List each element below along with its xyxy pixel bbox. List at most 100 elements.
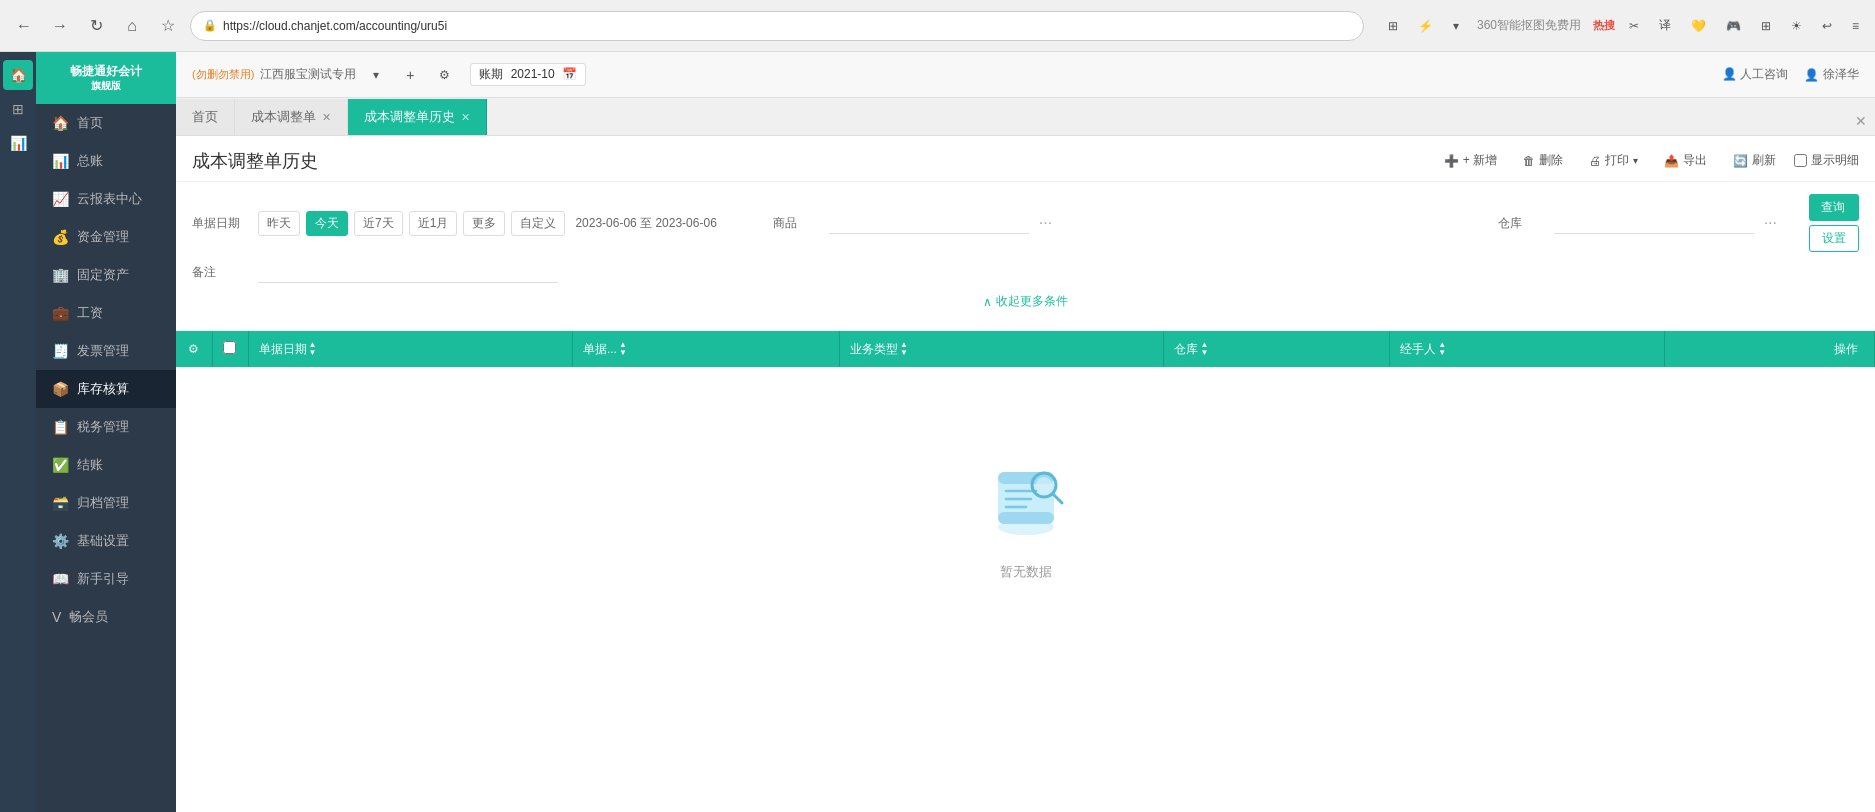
grid-btn[interactable]: ⊞ (1755, 17, 1777, 35)
home-btn[interactable]: ⌂ (118, 12, 146, 40)
th-date[interactable]: 单据日期 ▲▼ (248, 331, 572, 367)
show-details-label: 显示明细 (1794, 152, 1859, 169)
app-container: 🏠 ⊞ 📊 畅捷通好会计 旗舰版 🏠 首页 📊 总账 📈 云报表中心 💰 资金管… (0, 52, 1875, 812)
remark-label: 备注 (192, 264, 242, 281)
company-dropdown[interactable]: ▾ (362, 61, 390, 89)
user-info[interactable]: 👤 徐泽华 (1804, 66, 1859, 83)
wallet-btn[interactable]: 💛 (1685, 17, 1712, 35)
th-biztype[interactable]: 业务类型 ▲▼ (839, 331, 1163, 367)
collapse-label: 收起更多条件 (996, 293, 1068, 310)
tab-首页[interactable]: 首页 (176, 99, 235, 135)
new-btn[interactable]: ➕ + 新增 (1436, 148, 1505, 173)
translate-btn[interactable]: 译 (1653, 15, 1677, 36)
sidebar-item-工资[interactable]: 💼 工资 (36, 294, 176, 332)
logo-line1: 畅捷通好会计 (70, 64, 142, 80)
date-btn-today[interactable]: 今天 (306, 211, 348, 236)
sidebar-item-归档管理[interactable]: 🗃️ 归档管理 (36, 484, 176, 522)
game-btn[interactable]: 🎮 (1720, 17, 1747, 35)
sidebar-item-基础设置[interactable]: ⚙️ 基础设置 (36, 522, 176, 560)
star-btn[interactable]: ☆ (154, 12, 182, 40)
sidebar-item-结账[interactable]: ✅ 结账 (36, 446, 176, 484)
left-icon-home[interactable]: 🏠 (3, 60, 33, 90)
browser-tools: ⊞ ⚡ ▾ 360智能抠图免费用 热搜 ✂ 译 💛 🎮 ⊞ ☀ ↩ ≡ (1382, 15, 1865, 36)
th-docno[interactable]: 单据... ▲▼ (572, 331, 839, 367)
forward-btn[interactable]: → (46, 12, 74, 40)
sidebar-item-固定资产[interactable]: 🏢 固定资产 (36, 256, 176, 294)
extensions-btn[interactable]: ⊞ (1382, 17, 1404, 35)
date-btn-custom[interactable]: 自定义 (511, 211, 565, 236)
sidebar-icon: 💰 (52, 229, 69, 245)
tab-close-btn[interactable]: ✕ (461, 111, 470, 124)
empty-state-illustration (976, 447, 1076, 547)
delete-btn[interactable]: 🗑 删除 (1515, 148, 1571, 173)
warehouse-more-icon[interactable]: ··· (1760, 214, 1781, 232)
sidebar-item-label: 工资 (77, 304, 103, 322)
left-icon-3[interactable]: 📊 (3, 128, 33, 158)
sidebar-item-首页[interactable]: 🏠 首页 (36, 104, 176, 142)
refresh-btn[interactable]: 🔄 刷新 (1725, 148, 1784, 173)
svg-point-8 (1036, 477, 1052, 493)
date-btn-more[interactable]: 更多 (463, 211, 505, 236)
sidebar-item-库存核算[interactable]: 📦 库存核算 (36, 370, 176, 408)
settings-btn[interactable]: 设置 (1809, 225, 1859, 252)
query-btn[interactable]: 查询 (1809, 194, 1859, 221)
tab-成本调整单历史[interactable]: 成本调整单历史✕ (348, 99, 487, 135)
sidebar-icon: 📋 (52, 419, 69, 435)
calendar-icon[interactable]: 📅 (562, 67, 577, 81)
undo-btn[interactable]: ↩ (1816, 17, 1838, 35)
th-settings[interactable]: ⚙ (176, 331, 212, 367)
ssl-icon: 🔒 (203, 19, 217, 32)
add-company-btn[interactable]: + (396, 61, 424, 89)
sidebar-item-label: 发票管理 (77, 342, 129, 360)
print-icon: 🖨 (1589, 154, 1601, 168)
date-btn-yesterday[interactable]: 昨天 (258, 211, 300, 236)
address-bar[interactable]: 🔒 https://cloud.chanjet.com/accounting/u… (190, 11, 1364, 41)
help-btn[interactable]: 👤 人工咨询 (1722, 66, 1788, 83)
th-checkbox[interactable] (212, 331, 248, 367)
show-details-text: 显示明细 (1811, 152, 1859, 169)
select-all-checkbox[interactable] (223, 341, 236, 354)
date-btn-1month[interactable]: 近1月 (409, 211, 458, 236)
sidebar-item-畅会员[interactable]: V 畅会员 (36, 598, 176, 636)
sidebar-item-label: 首页 (77, 114, 103, 132)
th-warehouse[interactable]: 仓库 ▲▼ (1164, 331, 1390, 367)
collapse-btn[interactable]: ∧ 收起更多条件 (192, 293, 1859, 310)
company-settings-btn[interactable]: ⚙ (430, 61, 458, 89)
product-more-icon[interactable]: ··· (1035, 214, 1056, 232)
sidebar-item-总账[interactable]: 📊 总账 (36, 142, 176, 180)
remark-input[interactable] (258, 262, 558, 283)
sidebar-item-云报表中心[interactable]: 📈 云报表中心 (36, 180, 176, 218)
dropdown-btn[interactable]: ▾ (1447, 17, 1465, 35)
export-btn[interactable]: 📤 导出 (1656, 148, 1715, 173)
sidebar-item-资金管理[interactable]: 💰 资金管理 (36, 218, 176, 256)
sidebar-item-新手引导[interactable]: 📖 新手引导 (36, 560, 176, 598)
lightning-btn[interactable]: ⚡ (1412, 17, 1439, 35)
left-icon-bar: 🏠 ⊞ 📊 (0, 52, 36, 812)
empty-icon-container (976, 447, 1076, 547)
help-label: 人工咨询 (1740, 67, 1788, 81)
tab-close-btn[interactable]: ✕ (322, 111, 331, 124)
tab-成本调整单[interactable]: 成本调整单✕ (235, 99, 348, 135)
top-bar: (勿删勿禁用) 江西服宝测试专用 ▾ + ⚙ 账期 2021-10 📅 👤 人工… (176, 52, 1875, 98)
product-input[interactable] (829, 213, 1029, 234)
th-handler[interactable]: 经手人 ▲▼ (1390, 331, 1665, 367)
sidebar-item-税务管理[interactable]: 📋 税务管理 (36, 408, 176, 446)
warehouse-input[interactable] (1554, 213, 1754, 234)
scissors-btn[interactable]: ✂ (1623, 17, 1645, 35)
account-info: (勿删勿禁用) 江西服宝测试专用 ▾ + ⚙ (192, 61, 458, 89)
th-ops-label: 操作 (1834, 342, 1858, 356)
back-btn[interactable]: ← (10, 12, 38, 40)
th-docno-label: 单据... (583, 341, 617, 358)
print-btn[interactable]: 🖨 打印 ▾ (1581, 148, 1646, 173)
sidebar-item-发票管理[interactable]: 🧾 发票管理 (36, 332, 176, 370)
menu-btn[interactable]: ≡ (1846, 17, 1865, 35)
left-icon-2[interactable]: ⊞ (3, 94, 33, 124)
period-badge: 账期 2021-10 📅 (470, 63, 586, 86)
date-btn-7days[interactable]: 近7天 (354, 211, 403, 236)
close-all-tabs-btn[interactable]: ✕ (1847, 107, 1875, 135)
brightness-btn[interactable]: ☀ (1785, 17, 1808, 35)
show-details-checkbox[interactable] (1794, 154, 1807, 167)
sidebar-item-label: 结账 (77, 456, 103, 474)
date-filter-row: 单据日期 昨天 今天 近7天 近1月 更多 自定义 2023-06-06 至 2… (192, 194, 1859, 252)
reload-btn[interactable]: ↻ (82, 12, 110, 40)
